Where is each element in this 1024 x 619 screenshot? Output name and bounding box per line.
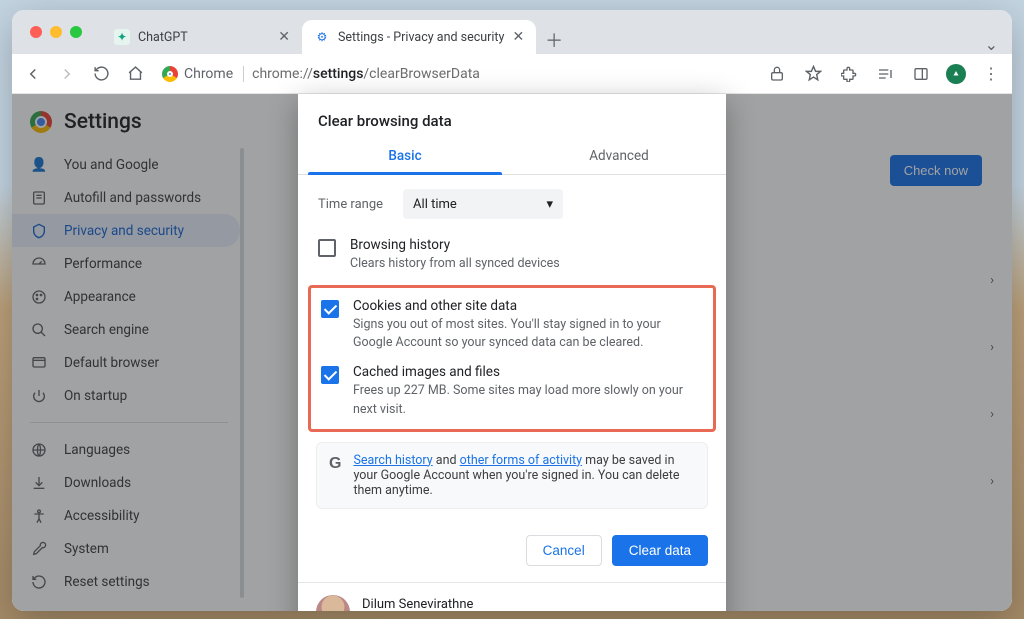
toolbar: Chrome chrome://settings/clearBrowserDat…	[12, 54, 1012, 94]
site-name: Chrome	[184, 66, 233, 82]
time-range-label: Time range	[318, 197, 383, 212]
tab-overflow-button[interactable]: ⌄	[985, 35, 998, 54]
reading-list-icon[interactable]	[874, 63, 896, 85]
time-range-value: All time	[413, 197, 457, 212]
close-window-button[interactable]	[30, 26, 42, 38]
tab-title: ChatGPT	[138, 30, 188, 45]
option-cached[interactable]: Cached images and files Frees up 227 MB.…	[311, 358, 713, 424]
tab-strip: ✦ ChatGPT ✕ ⚙ Settings - Privacy and sec…	[102, 10, 1004, 54]
cancel-button[interactable]: Cancel	[526, 535, 602, 566]
window-controls	[20, 26, 92, 38]
home-button[interactable]	[124, 63, 146, 85]
option-browsing-history[interactable]: Browsing history Clears history from all…	[298, 227, 726, 283]
avatar	[316, 595, 350, 611]
option-desc: Frees up 227 MB. Some sites may load mor…	[353, 382, 703, 418]
back-button[interactable]	[22, 63, 44, 85]
tab-advanced[interactable]: Advanced	[512, 138, 726, 174]
zoom-window-button[interactable]	[70, 26, 82, 38]
time-range-row: Time range All time ▾	[298, 175, 726, 227]
chrome-icon	[162, 66, 178, 82]
browser-window: ✦ ChatGPT ✕ ⚙ Settings - Privacy and sec…	[12, 10, 1012, 611]
toolbar-actions: ⋮	[766, 63, 1002, 85]
highlight-box: Cookies and other site data Signs you ou…	[308, 285, 716, 432]
address-bar[interactable]: Chrome chrome://settings/clearBrowserDat…	[158, 66, 754, 82]
google-icon: G	[329, 455, 341, 498]
signed-in-user-row: Dilum Senevirathne Syncing to	[298, 595, 726, 611]
bookmark-icon[interactable]	[802, 63, 824, 85]
option-desc: Signs you out of most sites. You'll stay…	[353, 316, 703, 352]
menu-icon[interactable]: ⋮	[980, 63, 1002, 85]
option-title: Cookies and other site data	[353, 298, 703, 314]
profile-button[interactable]	[946, 64, 966, 84]
checkbox[interactable]	[321, 366, 339, 384]
clear-browsing-data-dialog: Clear browsing data Basic Advanced Time …	[298, 94, 726, 611]
titlebar: ✦ ChatGPT ✕ ⚙ Settings - Privacy and sec…	[12, 10, 1012, 54]
option-cookies[interactable]: Cookies and other site data Signs you ou…	[311, 292, 713, 358]
option-title: Browsing history	[350, 237, 560, 253]
minimize-window-button[interactable]	[50, 26, 62, 38]
share-icon[interactable]	[766, 63, 788, 85]
side-panel-icon[interactable]	[910, 63, 932, 85]
tab-title: Settings - Privacy and security	[338, 30, 504, 45]
dropdown-icon: ▾	[547, 197, 554, 212]
dialog-actions: Cancel Clear data	[298, 509, 726, 570]
extensions-icon[interactable]	[838, 63, 860, 85]
time-range-select[interactable]: All time ▾	[403, 189, 563, 219]
checkbox[interactable]	[321, 300, 339, 318]
option-title: Cached images and files	[353, 364, 703, 380]
close-tab-icon[interactable]: ✕	[512, 29, 524, 45]
forward-button[interactable]	[56, 63, 78, 85]
info-text: Search history and other forms of activi…	[353, 453, 695, 498]
google-account-info: G Search history and other forms of acti…	[316, 442, 708, 509]
settings-favicon: ⚙	[314, 29, 330, 45]
dialog-tabs: Basic Advanced	[298, 138, 726, 175]
other-activity-link[interactable]: other forms of activity	[460, 453, 582, 468]
user-name: Dilum Senevirathne	[362, 597, 534, 611]
dialog-title: Clear browsing data	[298, 112, 726, 138]
close-tab-icon[interactable]: ✕	[278, 29, 290, 45]
clear-data-button[interactable]: Clear data	[612, 535, 708, 566]
tab-settings[interactable]: ⚙ Settings - Privacy and security ✕	[302, 20, 536, 54]
search-history-link[interactable]: Search history	[353, 453, 432, 468]
chatgpt-favicon: ✦	[114, 29, 130, 45]
site-identity[interactable]: Chrome	[162, 66, 244, 82]
tab-chatgpt[interactable]: ✦ ChatGPT ✕	[102, 20, 302, 54]
divider	[298, 582, 726, 583]
content-area: Settings 👤You and Google Autofill and pa…	[12, 94, 1012, 611]
option-desc: Clears history from all synced devices	[350, 255, 560, 273]
checkbox[interactable]	[318, 239, 336, 257]
new-tab-button[interactable]: ＋	[540, 26, 568, 54]
tab-basic[interactable]: Basic	[298, 138, 512, 174]
url-text: chrome://settings/clearBrowserData	[252, 66, 480, 82]
reload-button[interactable]	[90, 63, 112, 85]
